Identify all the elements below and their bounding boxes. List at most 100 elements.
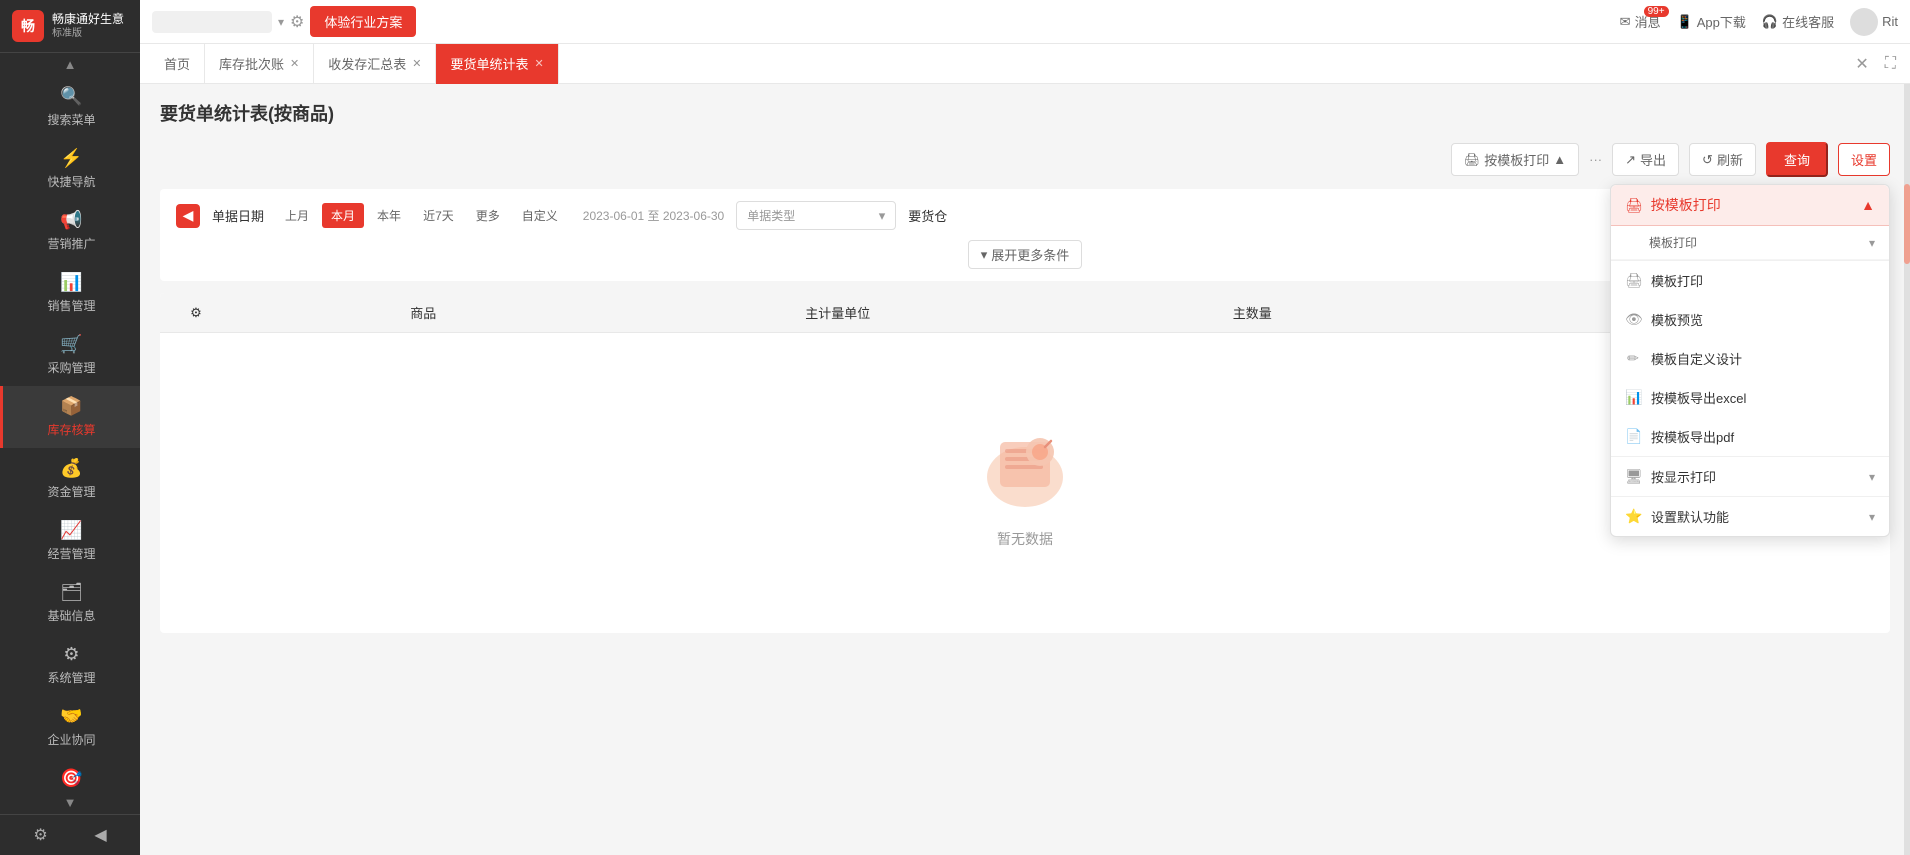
tab-receipt-summary[interactable]: 收发存汇总表 ✕ bbox=[314, 44, 436, 84]
breadcrumb-input[interactable] bbox=[152, 11, 272, 33]
settings-button[interactable]: 设置 bbox=[1838, 143, 1890, 176]
sidebar-item-purchase[interactable]: 🛒采购管理 bbox=[0, 324, 140, 386]
col-unit: 主计量单位 bbox=[631, 303, 1046, 322]
current-template-arrow: ▾ bbox=[1869, 236, 1875, 250]
sidebar-item-finance[interactable]: 💰资金管理 bbox=[0, 448, 140, 510]
tab-home[interactable]: 首页 bbox=[150, 44, 205, 84]
sidebar-item-newbie[interactable]: 🎯新手引导 bbox=[0, 758, 140, 791]
template-preview-item[interactable]: 👁 模板预览 bbox=[1611, 300, 1889, 339]
refresh-label: 刷新 bbox=[1717, 150, 1743, 169]
print-dropdown-title: 按模板打印 bbox=[1651, 195, 1721, 215]
sidebar-logo: 畅 畅康通好生意 标准版 bbox=[0, 0, 140, 53]
sidebar-item-inventory[interactable]: 📦库存核算 bbox=[0, 386, 140, 448]
export-excel-label: 按模板导出excel bbox=[1651, 388, 1746, 407]
trial-button[interactable]: 体验行业方案 bbox=[310, 6, 416, 37]
col-settings[interactable]: ⚙ bbox=[176, 305, 216, 321]
export-button[interactable]: ↗ 导出 bbox=[1612, 143, 1679, 176]
sales-icon: 📊 bbox=[60, 272, 82, 293]
tab-batch-accounts[interactable]: 库存批次账 ✕ bbox=[205, 44, 314, 84]
topbar-gear-icon[interactable]: ⚙ bbox=[290, 12, 304, 32]
display-print-item[interactable]: 🖥 按显示打印 ▾ bbox=[1611, 457, 1889, 496]
sidebar-item-enterprise[interactable]: 🤝企业协同 bbox=[0, 696, 140, 758]
export-pdf-icon: 📄 bbox=[1625, 428, 1641, 445]
sidebar-item-shortcut[interactable]: ⚡快捷导航 bbox=[0, 138, 140, 200]
sidebar-item-system[interactable]: ⚙系统管理 bbox=[0, 634, 140, 696]
app-logo-text: 畅康通好生意 标准版 bbox=[52, 12, 124, 41]
sidebar-item-marketing-promo[interactable]: 📢营销推广 bbox=[0, 200, 140, 262]
user-avatar-item[interactable]: Rit bbox=[1850, 8, 1898, 36]
print-dropdown-collapse-icon[interactable]: ▲ bbox=[1861, 197, 1875, 213]
current-template-item[interactable]: 模板打印 ▾ bbox=[1611, 226, 1889, 260]
print-template-button[interactable]: 🖨 按模板打印 ▲ bbox=[1451, 143, 1579, 176]
page-title: 要货单统计表(按商品) bbox=[160, 100, 1890, 126]
print-template-label: 按模板打印 bbox=[1484, 150, 1549, 169]
date-pill-last-month[interactable]: 上月 bbox=[276, 203, 318, 228]
col-quantity: 主数量 bbox=[1045, 303, 1460, 322]
sidebar-item-sales[interactable]: 📊销售管理 bbox=[0, 262, 140, 324]
order-type-select[interactable]: 单据类型 ▾ bbox=[736, 201, 896, 230]
display-print-label: 按显示打印 bbox=[1651, 467, 1716, 486]
export-excel-item[interactable]: 📊 按模板导出excel bbox=[1611, 378, 1889, 417]
tab-close-receipt-summary[interactable]: ✕ bbox=[412, 57, 421, 70]
sidebar-item-basics[interactable]: 🗂基础信息 bbox=[0, 572, 140, 634]
settings-icon[interactable]: ⚙ bbox=[33, 825, 47, 845]
expand-label: 展开更多条件 bbox=[991, 245, 1069, 264]
ellipsis-icon[interactable]: ··· bbox=[1589, 152, 1602, 167]
operations-icon: 📈 bbox=[60, 520, 82, 541]
action-bar: 🖨 按模板打印 ▲ ··· ↗ 导出 ↺ 刷新 查询 设置 bbox=[160, 142, 1890, 177]
search-label: 搜索菜单 bbox=[47, 111, 95, 128]
breadcrumb-area: ▾ ⚙ 体验行业方案 bbox=[152, 6, 1610, 37]
current-template-label: 模板打印 bbox=[1649, 234, 1697, 251]
query-button[interactable]: 查询 bbox=[1766, 142, 1828, 177]
user-avatar bbox=[1850, 8, 1878, 36]
sidebar-item-search[interactable]: 🔍搜索菜单 bbox=[0, 76, 140, 138]
username-text: Rit bbox=[1882, 14, 1898, 29]
print-dropdown-header-left: 🖨 按模板打印 bbox=[1625, 195, 1721, 215]
set-default-arrow: ▾ bbox=[1869, 510, 1875, 524]
expand-button[interactable]: ▾ 展开更多条件 bbox=[968, 240, 1083, 269]
tab-close-order-stats[interactable]: ✕ bbox=[535, 57, 544, 70]
messages-item[interactable]: ✉ 消息 99+ bbox=[1620, 12, 1661, 31]
collapse-icon[interactable]: ◀ bbox=[94, 825, 106, 845]
print-dropdown: 🖨 按模板打印 ▲ 模板打印 ▾ 🖨 模板打印 👁 模板预览 bbox=[1610, 184, 1890, 537]
shortcut-icon: ⚡ bbox=[60, 148, 82, 169]
sidebar-scroll-up[interactable]: ▲ bbox=[0, 53, 140, 76]
date-pill-current-year[interactable]: 本年 bbox=[368, 203, 410, 228]
expand-window-icon[interactable]: ⛶ bbox=[1881, 51, 1900, 77]
col-goods: 商品 bbox=[216, 303, 631, 322]
enterprise-icon: 🤝 bbox=[60, 706, 82, 727]
goods-filter-label: 要货仓 bbox=[908, 206, 947, 225]
finance-icon: 💰 bbox=[60, 458, 82, 479]
breadcrumb-dropdown-icon[interactable]: ▾ bbox=[278, 15, 284, 29]
template-design-item[interactable]: ✏ 模板自定义设计 bbox=[1611, 339, 1889, 378]
tab-order-stats[interactable]: 要货单统计表 ✕ bbox=[436, 44, 558, 84]
date-pill-custom[interactable]: 自定义 bbox=[513, 203, 567, 228]
tab-close-batch-accounts[interactable]: ✕ bbox=[290, 57, 299, 70]
print-icon: 🖨 bbox=[1464, 152, 1481, 168]
template-preview-label: 模板预览 bbox=[1651, 310, 1703, 329]
date-pill-current-month[interactable]: 本月 bbox=[322, 203, 364, 228]
online-support-item[interactable]: 🎧 在线客服 bbox=[1762, 12, 1834, 31]
print-items-section: 🖨 模板打印 👁 模板预览 ✏ 模板自定义设计 📊 按模板导出excel 📄 bbox=[1611, 261, 1889, 457]
basics-label: 基础信息 bbox=[47, 607, 95, 624]
set-default-item[interactable]: ⭐ 设置默认功能 ▾ bbox=[1611, 497, 1889, 536]
export-pdf-item[interactable]: 📄 按模板导出pdf bbox=[1611, 417, 1889, 456]
sidebar-scroll-down[interactable]: ▼ bbox=[0, 791, 140, 814]
sidebar-item-operations[interactable]: 📈经营管理 bbox=[0, 510, 140, 572]
close-window-icon[interactable]: ✕ bbox=[1851, 50, 1872, 78]
topbar-right: ✉ 消息 99+ 📱 App下载 🎧 在线客服 Rit bbox=[1620, 8, 1898, 36]
right-scrollbar[interactable] bbox=[1904, 84, 1910, 855]
date-pill-more[interactable]: 更多 bbox=[467, 203, 509, 228]
date-range-text: 2023-06-01 至 2023-06-30 bbox=[583, 207, 724, 224]
filter-toggle-button[interactable]: ◀ bbox=[176, 204, 200, 228]
app-download-icon: 📱 bbox=[1677, 14, 1693, 30]
marketing-promo-icon: 📢 bbox=[60, 210, 82, 231]
inventory-icon: 📦 bbox=[60, 396, 82, 417]
app-logo-icon: 畅 bbox=[12, 10, 44, 42]
date-pill-last-7-days[interactable]: 近7天 bbox=[414, 203, 463, 228]
print-dropdown-header[interactable]: 🖨 按模板打印 ▲ bbox=[1611, 185, 1889, 226]
template-print-icon: 🖨 bbox=[1625, 272, 1641, 289]
refresh-button[interactable]: ↺ 刷新 bbox=[1689, 143, 1756, 176]
app-download-item[interactable]: 📱 App下载 bbox=[1677, 12, 1746, 31]
template-print-item[interactable]: 🖨 模板打印 bbox=[1611, 261, 1889, 300]
